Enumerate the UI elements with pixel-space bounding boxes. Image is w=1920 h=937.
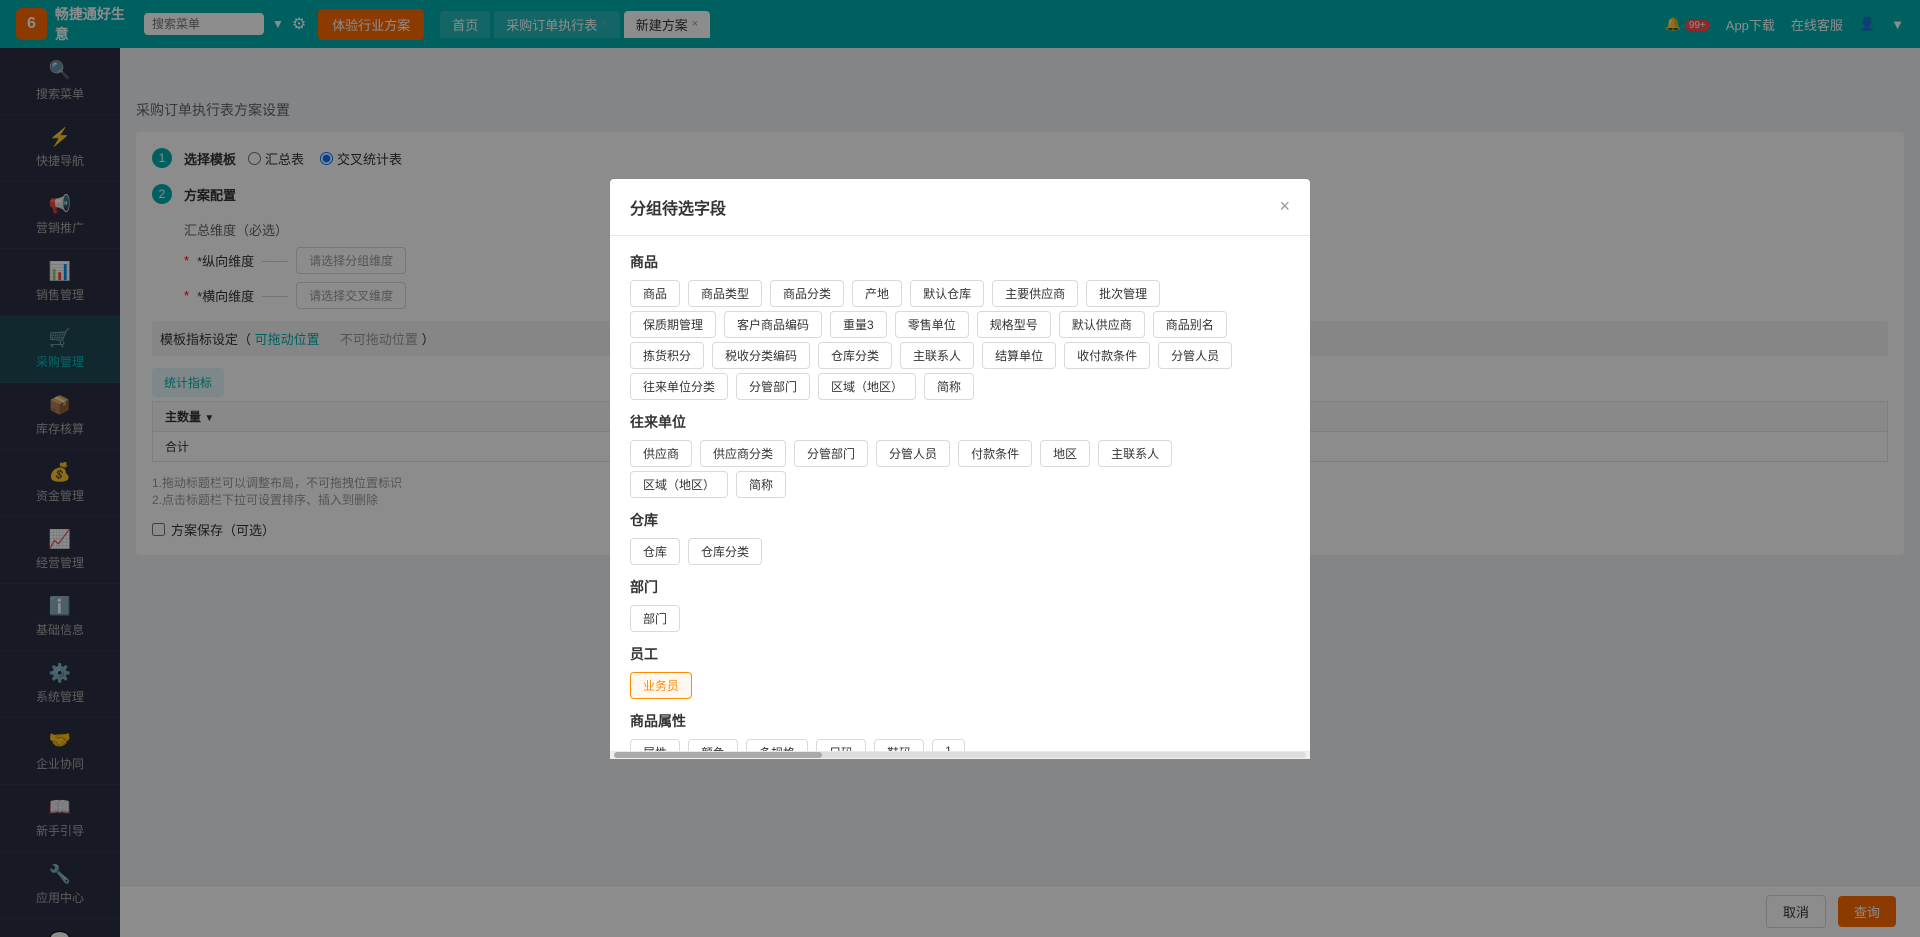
field-tag[interactable]: 商品别名: [1153, 311, 1227, 338]
modal-title: 分组待选字段: [630, 195, 726, 219]
field-tag[interactable]: 付款条件: [958, 440, 1032, 467]
field-tag[interactable]: 主联系人: [1098, 440, 1172, 467]
field-tag[interactable]: 颜色: [688, 739, 738, 752]
field-tag[interactable]: 主联系人: [900, 342, 974, 369]
field-tag[interactable]: 拣货积分: [630, 342, 704, 369]
modal-header: 分组待选字段 ×: [610, 179, 1310, 236]
field-tag[interactable]: 简称: [736, 471, 786, 498]
modal-overlay: 分组待选字段 × 商品 商品 商品类型 商品分类 产地 默认仓库 主要供应商 批…: [0, 0, 1920, 937]
field-tag[interactable]: 默认仓库: [910, 280, 984, 307]
attr-fields: 属性 颜色 多规格 尺码 鞋码 1: [630, 739, 1290, 752]
field-tag[interactable]: 商品分类: [770, 280, 844, 307]
field-tag-employee[interactable]: 业务员: [630, 672, 692, 699]
group-title-attr: 商品属性: [630, 711, 1290, 731]
field-tag[interactable]: 尺码: [816, 739, 866, 752]
scrollbar-track: [614, 752, 1306, 758]
field-tag[interactable]: 属性: [630, 739, 680, 752]
field-tag[interactable]: 保质期管理: [630, 311, 716, 338]
field-tag[interactable]: 重量3: [830, 311, 887, 338]
field-tag[interactable]: 往来单位分类: [630, 373, 728, 400]
field-tag[interactable]: 商品类型: [688, 280, 762, 307]
group-title-goods: 商品: [630, 252, 1290, 272]
partner-fields-2: 区域（地区） 简称: [630, 471, 1290, 498]
scrollbar-thumb: [614, 752, 822, 758]
modal-horizontal-scrollbar[interactable]: [610, 751, 1310, 758]
field-tag[interactable]: 主要供应商: [992, 280, 1078, 307]
field-tag[interactable]: 多规格: [746, 739, 808, 752]
field-tag[interactable]: 1: [932, 739, 965, 752]
modal-close-btn[interactable]: ×: [1279, 196, 1290, 217]
field-tag[interactable]: 产地: [852, 280, 902, 307]
field-tag[interactable]: 仓库分类: [688, 538, 762, 565]
field-tag[interactable]: 供应商分类: [700, 440, 786, 467]
field-tag[interactable]: 商品: [630, 280, 680, 307]
field-tag[interactable]: 仓库: [630, 538, 680, 565]
department-fields: 部门: [630, 605, 1290, 632]
field-tag[interactable]: 仓库分类: [818, 342, 892, 369]
goods-fields-3: 拣货积分 税收分类编码 仓库分类 主联系人 结算单位 收付款条件 分管人员: [630, 342, 1290, 369]
field-tag[interactable]: 区域（地区）: [630, 471, 728, 498]
field-tag[interactable]: 规格型号: [977, 311, 1051, 338]
goods-fields-2: 保质期管理 客户商品编码 重量3 零售单位 规格型号 默认供应商 商品别名: [630, 311, 1290, 338]
modal-body[interactable]: 商品 商品 商品类型 商品分类 产地 默认仓库 主要供应商 批次管理 保质期管理…: [610, 236, 1310, 752]
group-title-employee: 员工: [630, 644, 1290, 664]
modal-dialog: 分组待选字段 × 商品 商品 商品类型 商品分类 产地 默认仓库 主要供应商 批…: [610, 179, 1310, 759]
field-tag[interactable]: 税收分类编码: [712, 342, 810, 369]
group-title-department: 部门: [630, 577, 1290, 597]
field-tag[interactable]: 区域（地区）: [818, 373, 916, 400]
group-title-warehouse: 仓库: [630, 510, 1290, 530]
field-tag[interactable]: 收付款条件: [1064, 342, 1150, 369]
field-tag[interactable]: 客户商品编码: [724, 311, 822, 338]
field-tag[interactable]: 分管部门: [794, 440, 868, 467]
field-tag[interactable]: 地区: [1040, 440, 1090, 467]
field-tag[interactable]: 批次管理: [1086, 280, 1160, 307]
field-tag[interactable]: 分管人员: [1158, 342, 1232, 369]
field-tag[interactable]: 供应商: [630, 440, 692, 467]
field-tag[interactable]: 鞋码: [874, 739, 924, 752]
group-title-partner: 往来单位: [630, 412, 1290, 432]
employee-fields: 业务员: [630, 672, 1290, 699]
field-tag[interactable]: 分管人员: [876, 440, 950, 467]
field-tag[interactable]: 零售单位: [895, 311, 969, 338]
field-tag[interactable]: 部门: [630, 605, 680, 632]
field-tag[interactable]: 默认供应商: [1059, 311, 1145, 338]
goods-fields: 商品 商品类型 商品分类 产地 默认仓库 主要供应商 批次管理: [630, 280, 1290, 307]
partner-fields: 供应商 供应商分类 分管部门 分管人员 付款条件 地区 主联系人: [630, 440, 1290, 467]
field-tag[interactable]: 简称: [924, 373, 974, 400]
field-tag[interactable]: 结算单位: [982, 342, 1056, 369]
field-tag[interactable]: 分管部门: [736, 373, 810, 400]
goods-fields-4: 往来单位分类 分管部门 区域（地区） 简称: [630, 373, 1290, 400]
warehouse-fields: 仓库 仓库分类: [630, 538, 1290, 565]
